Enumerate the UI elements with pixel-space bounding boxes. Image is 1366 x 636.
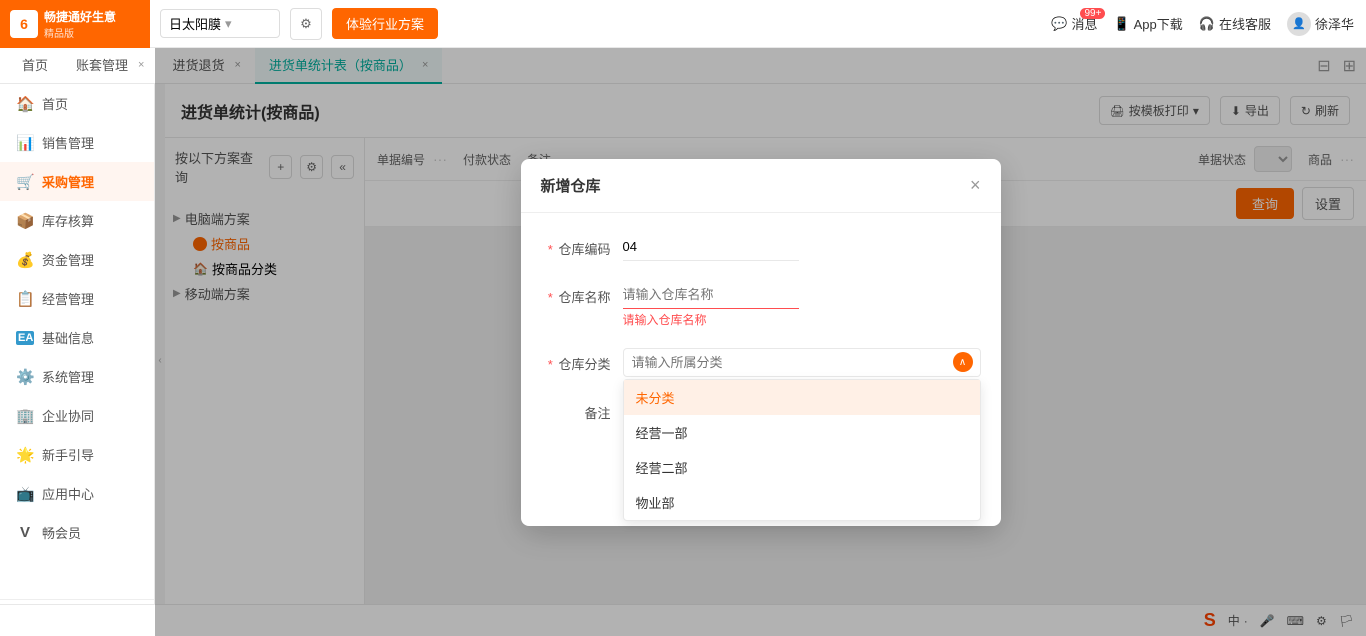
warehouse-code-box (623, 233, 981, 261)
warehouse-modal: 新增仓库 × * 仓库编码 * 仓库名称 (521, 159, 1001, 526)
category-option-0[interactable]: 未分类 (624, 380, 980, 415)
warehouse-category-label: * 仓库分类 (541, 348, 611, 373)
header-right: 💬 消息 99+ 📱 App下载 🎧 在线客服 👤 徐泽华 (1051, 12, 1354, 36)
modal-overlay: 新增仓库 × * 仓库编码 * 仓库名称 (155, 48, 1366, 636)
modal-title: 新增仓库 (541, 175, 601, 196)
form-row-code: * 仓库编码 (541, 233, 981, 261)
remark-label: 备注 (541, 397, 611, 422)
tab-home-label: 首页 (22, 55, 48, 74)
sidebar-item-app-center[interactable]: 📺 应用中心 (0, 474, 154, 513)
tab-account-close[interactable]: × (138, 59, 144, 71)
phone-icon: 📱 (1113, 16, 1129, 32)
online-service-button[interactable]: 🎧 在线客服 (1199, 14, 1271, 33)
app-download-button[interactable]: 📱 App下载 (1113, 14, 1182, 33)
sidebar-item-basic-info-label: 基础信息 (42, 328, 94, 347)
warehouse-code-input[interactable] (623, 233, 799, 261)
avatar: 👤 (1287, 12, 1311, 36)
required-star-category: * (548, 357, 553, 372)
modal-close-button[interactable]: × (970, 175, 981, 196)
category-option-2[interactable]: 经营二部 (624, 450, 980, 485)
sidebar-item-newbie-label: 新手引导 (42, 445, 94, 464)
user-icon: 👤 (1292, 17, 1306, 30)
required-star-name: * (548, 290, 553, 305)
sidebar-item-purchase-label: 采购管理 (42, 172, 94, 191)
chevron-down-icon: ▾ (225, 16, 232, 32)
sidebar-item-sales[interactable]: 📊 销售管理 (0, 123, 154, 162)
modal-header: 新增仓库 × (521, 159, 1001, 213)
category-dropdown: 未分类 经营一部 经营二部 物业部 (623, 379, 981, 521)
warehouse-name-input[interactable] (623, 281, 799, 309)
store-selector[interactable]: 日太阳膜 ▾ (160, 9, 280, 38)
sidebar-item-system-label: 系统管理 (42, 367, 94, 386)
sidebar-item-app-center-label: 应用中心 (42, 484, 94, 503)
enterprise-icon: 🏢 (16, 407, 34, 425)
sidebar-item-system[interactable]: ⚙️ 系统管理 (0, 357, 154, 396)
message-button[interactable]: 💬 消息 99+ (1051, 14, 1097, 33)
logo-icon: 6 (10, 10, 38, 38)
sidebar-item-finance-label: 资金管理 (42, 250, 94, 269)
warehouse-name-label: * 仓库名称 (541, 281, 611, 306)
sidebar: 🏠 首页 📊 销售管理 🛒 采购管理 📦 库存核算 💰 资金管理 📋 经营管理 … (0, 84, 155, 636)
sidebar-item-vip-label: 畅会员 (42, 523, 81, 542)
system-icon: ⚙️ (16, 368, 34, 386)
operations-icon: 📋 (16, 290, 34, 308)
inventory-icon: 📦 (16, 212, 34, 230)
message-badge: 99+ (1080, 8, 1105, 19)
gear-button[interactable]: ⚙ (290, 8, 322, 40)
warehouse-name-box: 请输入仓库名称 (623, 281, 981, 328)
sidebar-item-vip[interactable]: V 畅会员 (0, 513, 154, 552)
warehouse-name-error: 请输入仓库名称 (623, 311, 981, 328)
sidebar-item-operations[interactable]: 📋 经营管理 (0, 279, 154, 318)
sidebar-item-home-label: 首页 (42, 94, 68, 113)
trial-button[interactable]: 体验行业方案 (332, 8, 438, 39)
sidebar-item-enterprise-label: 企业协同 (42, 406, 94, 425)
newbie-icon: 🌟 (16, 446, 34, 464)
modal-body: * 仓库编码 * 仓库名称 请输入仓库名称 (521, 213, 1001, 465)
sidebar-item-inventory-label: 库存核算 (42, 211, 94, 230)
purchase-icon: 🛒 (16, 173, 34, 191)
category-option-1[interactable]: 经营一部 (624, 415, 980, 450)
sidebar-item-operations-label: 经营管理 (42, 289, 94, 308)
sidebar-item-finance[interactable]: 💰 资金管理 (0, 240, 154, 279)
warehouse-code-label: * 仓库编码 (541, 233, 611, 258)
top-header: 6 畅捷通好生意 精品版 日太阳膜 ▾ ⚙ 体验行业方案 💬 消息 99+ 📱 … (0, 0, 1366, 48)
form-row-name: * 仓库名称 请输入仓库名称 (541, 281, 981, 328)
tab-home[interactable]: 首页 (8, 48, 62, 84)
sidebar-item-purchase[interactable]: 🛒 采购管理 (0, 162, 154, 201)
category-option-3[interactable]: 物业部 (624, 485, 980, 520)
tab-account[interactable]: 账套管理 × (62, 48, 158, 84)
home-icon: 🏠 (16, 95, 34, 113)
sales-icon: 📊 (16, 134, 34, 152)
finance-icon: 💰 (16, 251, 34, 269)
app-center-icon: 📺 (16, 485, 34, 503)
headset-icon: 🎧 (1199, 16, 1215, 32)
tab-account-label: 账套管理 (76, 55, 128, 74)
warehouse-category-input[interactable] (623, 348, 981, 377)
gear-icon: ⚙ (300, 16, 312, 32)
sidebar-item-enterprise[interactable]: 🏢 企业协同 (0, 396, 154, 435)
category-dropdown-toggle[interactable]: ∧ (953, 352, 973, 372)
sidebar-item-sales-label: 销售管理 (42, 133, 94, 152)
logo-text: 畅捷通好生意 精品版 (44, 8, 116, 40)
message-icon: 💬 (1051, 16, 1067, 32)
sidebar-item-inventory[interactable]: 📦 库存核算 (0, 201, 154, 240)
user-menu-button[interactable]: 👤 徐泽华 (1287, 12, 1354, 36)
sidebar-item-home[interactable]: 🏠 首页 (0, 84, 154, 123)
warehouse-category-wrapper: ∧ 未分类 经营一部 经营二部 物业部 (623, 348, 981, 377)
vip-icon: V (16, 524, 34, 541)
basic-info-icon: EA (16, 331, 34, 345)
required-star-code: * (548, 242, 553, 257)
logo-area: 6 畅捷通好生意 精品版 (0, 0, 150, 48)
sidebar-item-newbie[interactable]: 🌟 新手引导 (0, 435, 154, 474)
sidebar-item-basic-info[interactable]: EA 基础信息 (0, 318, 154, 357)
form-row-category: * 仓库分类 ∧ 未分类 经营一部 经营二部 物业部 (541, 348, 981, 377)
